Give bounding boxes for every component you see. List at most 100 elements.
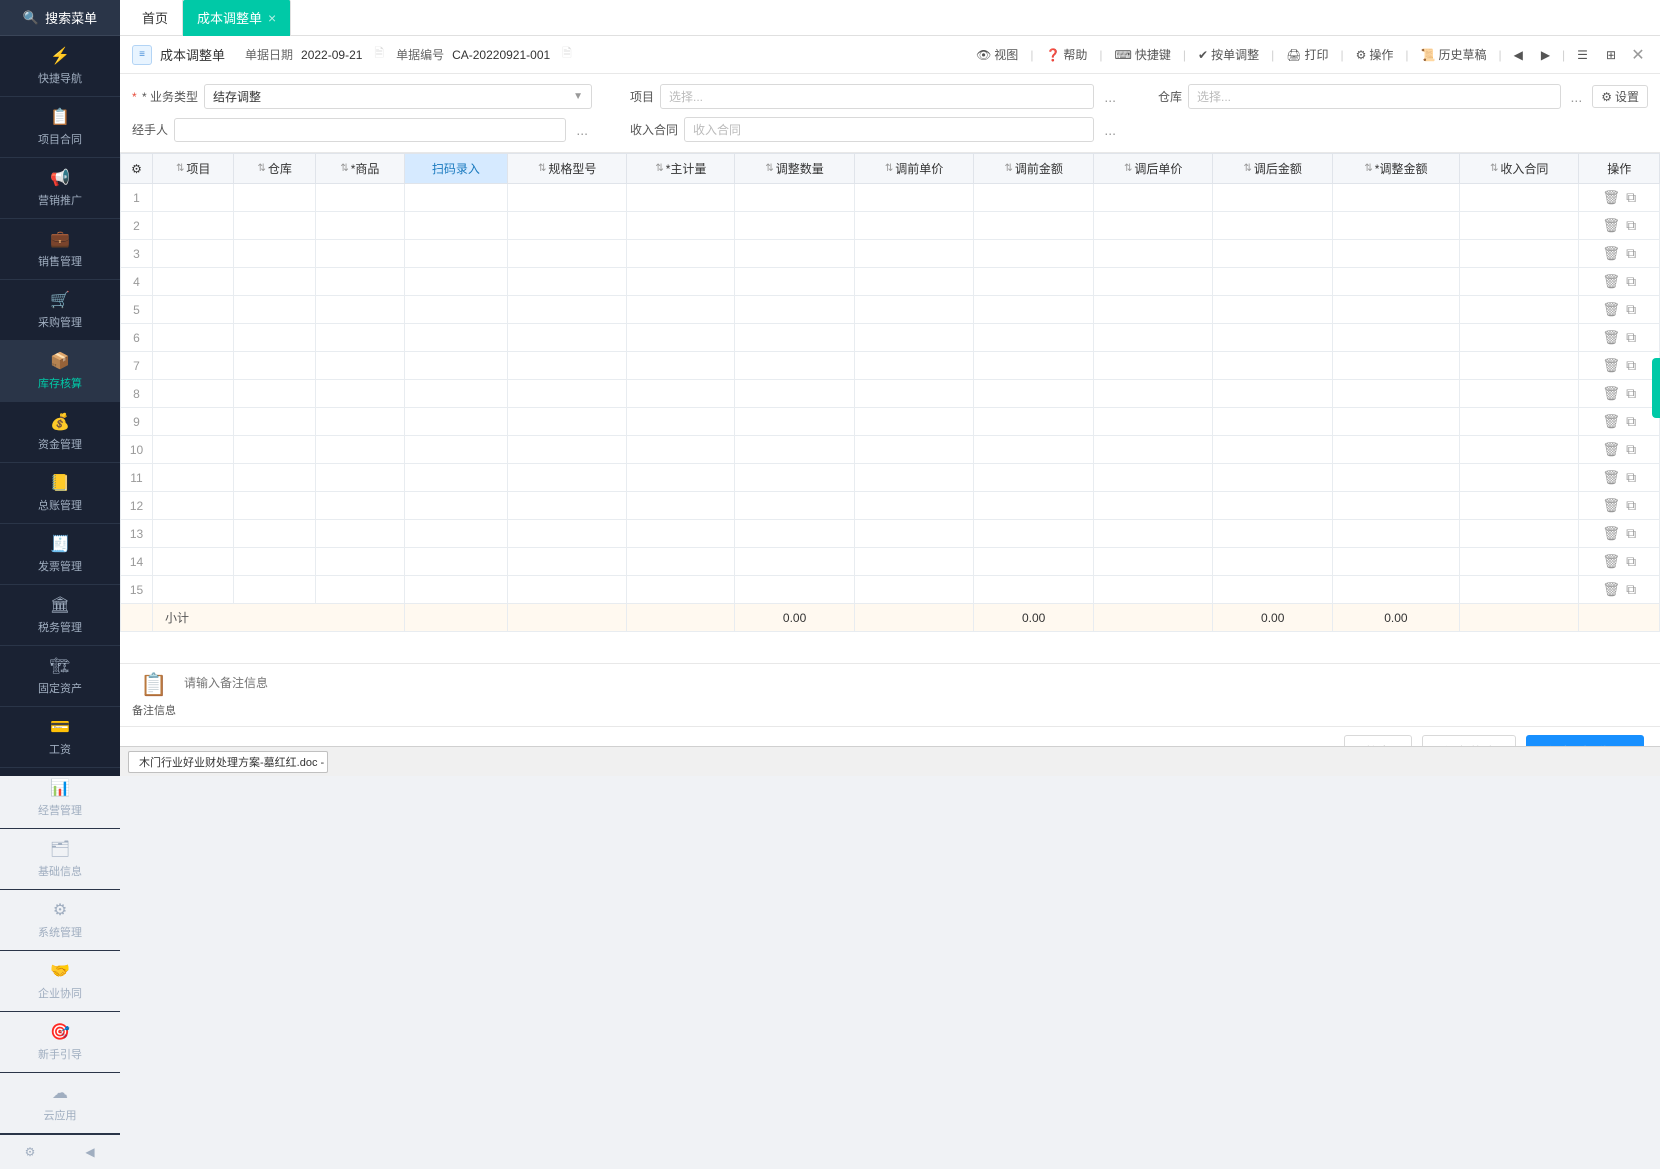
next-btn[interactable]: ▶ xyxy=(1535,46,1556,64)
col-sort-icon[interactable]: ⇅ xyxy=(1124,163,1132,174)
delete-icon[interactable]: 🗑 xyxy=(1602,217,1620,234)
cell-scan-input[interactable] xyxy=(404,324,507,352)
delete-icon[interactable]: 🗑 xyxy=(1602,581,1620,598)
sidebar-item-inventory[interactable]: 📦 库存核算 xyxy=(0,341,120,402)
cell-after-price[interactable] xyxy=(1093,548,1213,576)
cell-goods[interactable] xyxy=(315,548,404,576)
cell-after-amount[interactable] xyxy=(1213,380,1333,408)
cell-before-price[interactable] xyxy=(854,576,974,604)
cell-warehouse[interactable] xyxy=(234,240,315,268)
cell-goods[interactable] xyxy=(315,324,404,352)
delete-icon[interactable]: 🗑 xyxy=(1602,413,1620,430)
grid-view-btn[interactable]: ⊞ xyxy=(1600,46,1622,64)
cell-before-price[interactable] xyxy=(854,324,974,352)
cell-after-price[interactable] xyxy=(1093,492,1213,520)
copy-icon[interactable]: ⧉ xyxy=(1626,385,1636,402)
copy-icon[interactable]: ⧉ xyxy=(1626,189,1636,206)
cell-goods[interactable] xyxy=(315,492,404,520)
cell-warehouse[interactable] xyxy=(234,492,315,520)
cell-after-price[interactable] xyxy=(1093,520,1213,548)
cell-project[interactable] xyxy=(153,492,234,520)
cell-main-qty[interactable] xyxy=(627,184,735,212)
cell-main-qty[interactable] xyxy=(627,268,735,296)
warehouse-dots[interactable]: ... xyxy=(1567,89,1587,105)
cell-scan-input[interactable] xyxy=(404,492,507,520)
business-type-input[interactable]: 结存调整 ▼ xyxy=(204,84,592,109)
cell-main-qty[interactable] xyxy=(627,576,735,604)
cell-adj-qty[interactable] xyxy=(735,324,855,352)
cell-scan-input[interactable] xyxy=(404,576,507,604)
cell-adj-qty[interactable] xyxy=(735,492,855,520)
cell-after-price[interactable] xyxy=(1093,436,1213,464)
cell-main-qty[interactable] xyxy=(627,464,735,492)
sidebar-item-newbie-guide[interactable]: 🎯 新手引导 xyxy=(0,1012,120,1073)
cell-before-amount[interactable] xyxy=(974,324,1094,352)
cell-after-price[interactable] xyxy=(1093,380,1213,408)
cell-main-qty[interactable] xyxy=(627,324,735,352)
cell-main-qty[interactable] xyxy=(627,212,735,240)
cell-adj-amount[interactable] xyxy=(1332,380,1459,408)
cell-after-amount[interactable] xyxy=(1213,492,1333,520)
cell-adj-qty[interactable] xyxy=(735,240,855,268)
table-row[interactable]: 4 🗑 ⧉ xyxy=(121,268,1660,296)
cell-adj-qty[interactable] xyxy=(735,436,855,464)
copy-icon[interactable]: ⧉ xyxy=(1626,553,1636,570)
cell-after-amount[interactable] xyxy=(1213,184,1333,212)
cell-project[interactable] xyxy=(153,576,234,604)
cell-goods[interactable] xyxy=(315,520,404,548)
col-sort-icon[interactable]: ⇅ xyxy=(1364,163,1372,174)
cell-before-price[interactable] xyxy=(854,352,974,380)
agent-dots[interactable]: ... xyxy=(572,122,592,138)
cell-before-price[interactable] xyxy=(854,492,974,520)
tab-close-icon[interactable]: × xyxy=(268,10,276,26)
cell-adj-amount[interactable] xyxy=(1332,520,1459,548)
cell-before-price[interactable] xyxy=(854,464,974,492)
cell-spec-type[interactable] xyxy=(507,296,627,324)
cell-spec-type[interactable] xyxy=(507,268,627,296)
copy-icon[interactable]: ⧉ xyxy=(1626,525,1636,542)
sidebar-item-system-mgmt[interactable]: ⚙ 系统管理 xyxy=(0,890,120,951)
shortcuts-btn[interactable]: ⌨ 快捷键 xyxy=(1109,44,1177,65)
cell-spec-type[interactable] xyxy=(507,464,627,492)
sidebar-settings-button[interactable]: ⚙ xyxy=(0,1134,60,1169)
cell-after-price[interactable] xyxy=(1093,212,1213,240)
cell-after-amount[interactable] xyxy=(1213,436,1333,464)
cell-before-amount[interactable] xyxy=(974,408,1094,436)
cell-scan-input[interactable] xyxy=(404,240,507,268)
sidebar-item-project-contract[interactable]: 📋 项目合同 xyxy=(0,97,120,158)
cell-before-amount[interactable] xyxy=(974,380,1094,408)
cell-after-amount[interactable] xyxy=(1213,576,1333,604)
cell-adj-amount[interactable] xyxy=(1332,212,1459,240)
copy-icon[interactable]: ⧉ xyxy=(1626,273,1636,290)
table-row[interactable]: 8 🗑 ⧉ xyxy=(121,380,1660,408)
cell-scan-input[interactable] xyxy=(404,296,507,324)
copy-icon[interactable]: ⧉ xyxy=(1626,357,1636,374)
sidebar-item-operations-mgmt[interactable]: 📊 经营管理 xyxy=(0,768,120,829)
right-edge-indicator[interactable] xyxy=(1652,358,1660,418)
cell-after-price[interactable] xyxy=(1093,184,1213,212)
cell-after-amount[interactable] xyxy=(1213,240,1333,268)
cell-project[interactable] xyxy=(153,240,234,268)
cell-after-amount[interactable] xyxy=(1213,212,1333,240)
table-row[interactable]: 13 🗑 ⧉ xyxy=(121,520,1660,548)
cell-scan-input[interactable] xyxy=(404,520,507,548)
project-dots[interactable]: ... xyxy=(1100,89,1120,105)
cell-warehouse[interactable] xyxy=(234,464,315,492)
audit-btn[interactable]: ✔ 按单调整 xyxy=(1192,44,1265,65)
cell-main-qty[interactable] xyxy=(627,520,735,548)
cell-goods[interactable] xyxy=(315,352,404,380)
cell-after-amount[interactable] xyxy=(1213,408,1333,436)
cell-project[interactable] xyxy=(153,296,234,324)
cell-income-contract[interactable] xyxy=(1459,380,1579,408)
cell-after-amount[interactable] xyxy=(1213,548,1333,576)
col-sort-icon[interactable]: ⇅ xyxy=(176,163,184,174)
delete-icon[interactable]: 🗑 xyxy=(1602,273,1620,290)
cell-income-contract[interactable] xyxy=(1459,548,1579,576)
sidebar-item-tax-mgmt[interactable]: 🏛 税务管理 xyxy=(0,585,120,646)
cell-adj-qty[interactable] xyxy=(735,212,855,240)
sidebar-item-sales-promo[interactable]: 📢 营销推广 xyxy=(0,158,120,219)
cell-income-contract[interactable] xyxy=(1459,352,1579,380)
table-row[interactable]: 11 🗑 ⧉ xyxy=(121,464,1660,492)
copy-icon[interactable]: ⧉ xyxy=(1626,217,1636,234)
cell-project[interactable] xyxy=(153,520,234,548)
